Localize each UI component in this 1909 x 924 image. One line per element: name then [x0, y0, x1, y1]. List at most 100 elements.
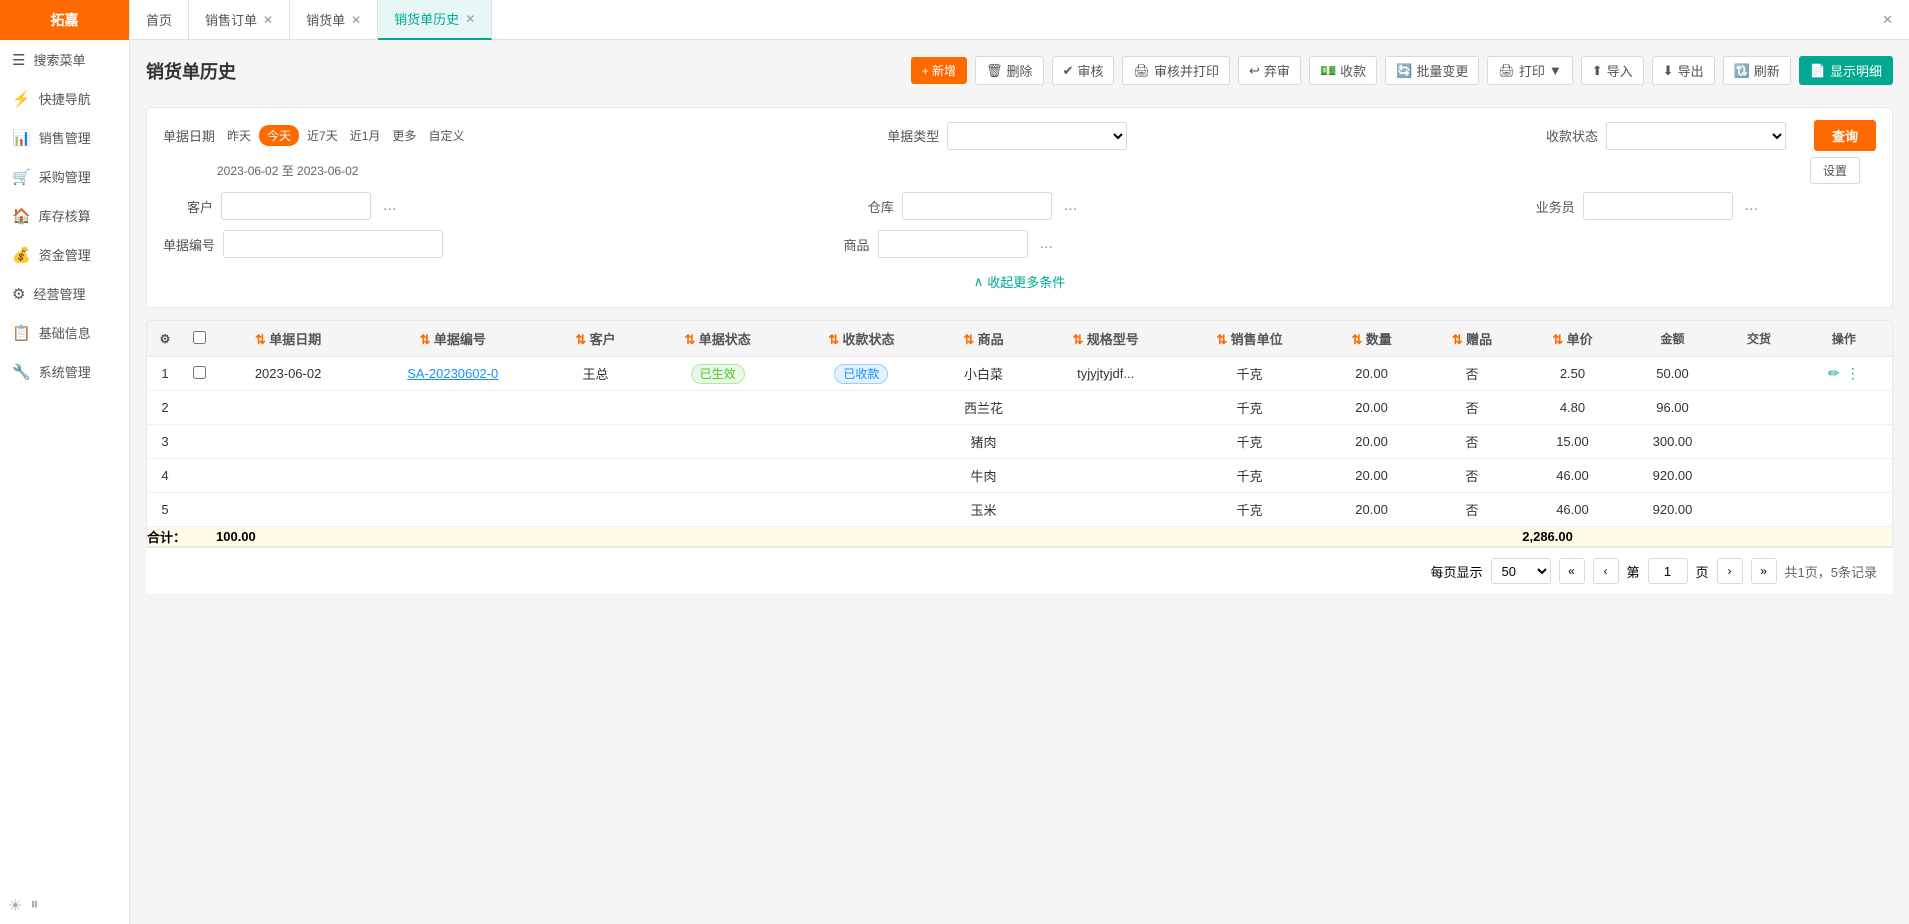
col-doc-date[interactable]: ⇅ 单据日期: [216, 321, 360, 357]
sort-icon: ⇅: [963, 332, 974, 347]
audit-button[interactable]: ✔ 审核: [1052, 56, 1115, 85]
last-page-button[interactable]: »: [1751, 558, 1777, 584]
tabs-close-all[interactable]: ✕: [1874, 12, 1901, 28]
tab-sales-order[interactable]: 销售订单 ✕: [189, 0, 290, 40]
col-doc-status[interactable]: ⇅ 单据状态: [646, 321, 790, 357]
sort-icon: ⇅: [1216, 332, 1227, 347]
next-page-button[interactable]: ›: [1717, 558, 1743, 584]
first-page-button[interactable]: «: [1559, 558, 1585, 584]
doc-no-link[interactable]: SA-20230602-0: [407, 366, 498, 381]
sidebar-item-inventory[interactable]: 🏠 库存核算: [0, 196, 129, 235]
delete-button[interactable]: 🗑 删除: [975, 56, 1044, 85]
sidebar-collapse-icon[interactable]: ☀: [8, 896, 22, 916]
row-doc-no: [360, 459, 545, 493]
sort-icon: ⇅: [685, 332, 696, 347]
settings-button[interactable]: 设置: [1810, 157, 1860, 184]
row-no: 4: [147, 459, 183, 493]
tab-sales-delivery-close[interactable]: ✕: [351, 13, 361, 27]
pay-status-select[interactable]: [1606, 122, 1786, 150]
col-unit-price[interactable]: ⇅ 单价: [1522, 321, 1622, 357]
tab-sales-history-close[interactable]: ✕: [465, 12, 475, 26]
import-button[interactable]: ⬆ 导入: [1581, 56, 1644, 85]
filter-salesperson: 业务员 ...: [1525, 192, 1758, 220]
date-last7-btn[interactable]: 近7天: [303, 125, 342, 146]
collect-button[interactable]: 💵 收款: [1309, 56, 1377, 85]
col-quantity[interactable]: ⇅ 数量: [1321, 321, 1421, 357]
col-customer[interactable]: ⇅ 客户: [545, 321, 645, 357]
sidebar-item-label: 经营管理: [33, 284, 85, 303]
tab-sales-history[interactable]: 销货单历史 ✕: [378, 0, 492, 40]
total-label: 共1页，5条记录: [1785, 562, 1877, 581]
sidebar-item-sales-mgmt[interactable]: 📊 销售管理: [0, 118, 129, 157]
refresh-button[interactable]: 🔃 刷新: [1723, 56, 1791, 85]
sidebar-pause-icon[interactable]: ⏸: [30, 896, 38, 916]
date-last-month-btn[interactable]: 近1月: [346, 125, 385, 146]
salesperson-input[interactable]: [1583, 192, 1733, 220]
audit-print-button[interactable]: 🖨 审核并打印: [1122, 56, 1230, 85]
summary-quantity-cell: 100.00: [216, 527, 1321, 547]
sidebar-item-finance-mgmt[interactable]: 💰 资金管理: [0, 235, 129, 274]
col-pay-status[interactable]: ⇅ 收款状态: [790, 321, 934, 357]
collapse-chevron-icon: ∧: [974, 274, 984, 290]
new-button[interactable]: + 新增: [911, 57, 967, 84]
sort-icon: ⇅: [1073, 332, 1084, 347]
collapse-button[interactable]: ∧ 收起更多条件: [163, 268, 1876, 295]
sidebar-item-quick-nav[interactable]: ⚡ 快捷导航: [0, 79, 129, 118]
tab-sales-order-close[interactable]: ✕: [263, 13, 273, 27]
page-number-input[interactable]: [1648, 558, 1688, 584]
export-icon: ⬇: [1663, 63, 1674, 79]
table-header-row: ⚙ ⇅ 单据日期 ⇅ 单据编号 ⇅ 客户 ⇅ 单据状态 ⇅ 收款状态 ⇅ 商品 …: [147, 321, 1892, 357]
show-details-button[interactable]: 📄 显示明细: [1799, 56, 1893, 85]
date-today-btn[interactable]: 今天: [259, 125, 299, 146]
abandon-button[interactable]: ↩ 弃审: [1238, 56, 1301, 85]
row-goods: 玉米: [933, 493, 1033, 527]
date-custom-btn[interactable]: 自定义: [424, 125, 468, 146]
sidebar-item-search-menu[interactable]: ☰ 搜索菜单: [0, 40, 129, 79]
customer-dots[interactable]: ...: [383, 197, 396, 215]
salesperson-dots[interactable]: ...: [1745, 197, 1758, 215]
content-area: 销货单历史 + 新增 🗑 删除 ✔ 审核 🖨 审核并打印 ↩ 弃审: [130, 40, 1909, 924]
date-more-btn[interactable]: 更多: [388, 125, 420, 146]
export-button[interactable]: ⬇ 导出: [1652, 56, 1715, 85]
more-action[interactable]: ⋮: [1846, 365, 1860, 381]
goods-input[interactable]: [878, 230, 1028, 258]
warehouse-input[interactable]: [902, 192, 1052, 220]
col-spec-type[interactable]: ⇅ 规格型号: [1034, 321, 1178, 357]
sidebar-item-system-mgmt[interactable]: 🔧 系统管理: [0, 352, 129, 391]
col-sales-unit[interactable]: ⇅ 销售单位: [1178, 321, 1322, 357]
warehouse-dots[interactable]: ...: [1064, 197, 1077, 215]
doc-type-select[interactable]: [947, 122, 1127, 150]
date-label: 单据日期: [163, 126, 215, 145]
sidebar-item-basic-info[interactable]: 📋 基础信息: [0, 313, 129, 352]
filter-goods: 商品 ...: [820, 230, 1053, 258]
select-all-checkbox[interactable]: [193, 331, 206, 344]
tab-sales-delivery[interactable]: 销货单 ✕: [290, 0, 378, 40]
sort-icon: ⇅: [1452, 332, 1463, 347]
row-select-checkbox[interactable]: [193, 366, 206, 379]
page-size-select[interactable]: 50 10 20 100: [1491, 558, 1551, 584]
date-yesterday-btn[interactable]: 昨天: [223, 125, 255, 146]
col-goods[interactable]: ⇅ 商品: [933, 321, 1033, 357]
tab-home[interactable]: 首页: [130, 0, 189, 40]
system-mgmt-icon: 🔧: [12, 363, 31, 381]
sidebar-item-purchase-mgmt[interactable]: 🛒 采购管理: [0, 157, 129, 196]
print-icon: 🖨: [1498, 63, 1515, 79]
row-doc-no: [360, 493, 545, 527]
query-button[interactable]: 查询: [1814, 120, 1876, 151]
sidebar-item-operation-mgmt[interactable]: ⚙ 经营管理: [0, 274, 129, 313]
col-settings[interactable]: ⚙: [147, 321, 183, 357]
row-delivery: [1722, 391, 1795, 425]
doc-no-input[interactable]: [223, 230, 443, 258]
customer-input[interactable]: [221, 192, 371, 220]
batch-change-button[interactable]: 🔄 批量变更: [1385, 56, 1479, 85]
edit-action[interactable]: ✏: [1828, 365, 1840, 381]
col-doc-no[interactable]: ⇅ 单据编号: [360, 321, 545, 357]
row-amount: 920.00: [1623, 459, 1723, 493]
goods-dots[interactable]: ...: [1040, 235, 1053, 253]
summary-quantity: 100.00: [216, 529, 256, 544]
row-quantity: 20.00: [1321, 425, 1421, 459]
prev-page-button[interactable]: ‹: [1593, 558, 1619, 584]
col-gift[interactable]: ⇅ 赠品: [1422, 321, 1522, 357]
print-button[interactable]: 🖨 打印 ▼: [1487, 56, 1572, 85]
row-checkbox: [183, 391, 216, 425]
